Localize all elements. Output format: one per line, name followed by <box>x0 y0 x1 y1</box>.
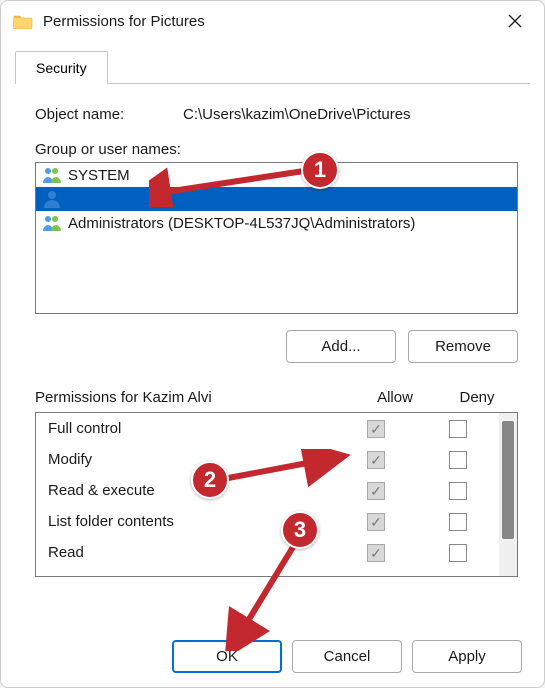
close-button[interactable] <box>496 6 534 36</box>
annotation-2: 2 <box>191 461 229 499</box>
permissions-header: Permissions for Kazim Alvi Allow Deny <box>35 389 518 406</box>
cancel-button[interactable]: Cancel <box>292 640 402 673</box>
remove-button[interactable]: Remove <box>408 330 518 363</box>
list-item-label: Administrators (DESKTOP-4L537JQ\Administ… <box>68 215 415 232</box>
user-listbox[interactable]: SYSTEM Administrators (DESKTOP-4L537JQ\Ad… <box>35 162 518 314</box>
add-button[interactable]: Add... <box>286 330 396 363</box>
user-icon <box>42 190 62 208</box>
group-label: Group or user names: <box>35 141 518 158</box>
list-item-label <box>68 190 358 208</box>
tab-security-label: Security <box>36 60 87 76</box>
permission-row: Read & execute✓ <box>36 475 499 506</box>
deny-header: Deny <box>436 389 518 406</box>
permissions-box: Full control✓Modify✓Read & execute✓List … <box>35 412 518 577</box>
list-item[interactable]: Administrators (DESKTOP-4L537JQ\Administ… <box>36 211 517 235</box>
tab-content: Object name: C:\Users\kazim\OneDrive\Pic… <box>1 84 544 587</box>
object-name-label: Object name: <box>35 106 183 123</box>
group-icon <box>42 214 62 232</box>
action-buttons: OK Cancel Apply <box>1 640 544 673</box>
permission-label: Full control <box>48 420 335 437</box>
allow-checkbox[interactable]: ✓ <box>367 451 385 469</box>
tab-security[interactable]: Security <box>15 51 108 84</box>
annotation-1: 1 <box>301 151 339 189</box>
allow-checkbox[interactable]: ✓ <box>367 513 385 531</box>
permissions-dialog: Permissions for Pictures Security Object… <box>0 0 545 688</box>
allow-checkbox[interactable]: ✓ <box>367 544 385 562</box>
group-icon <box>42 166 62 184</box>
permission-row: Modify ✓ <box>36 444 499 475</box>
permissions-list: Full control✓Modify✓Read & execute✓List … <box>36 413 499 576</box>
deny-checkbox[interactable] <box>449 513 467 531</box>
list-item[interactable] <box>36 187 517 211</box>
allow-checkbox[interactable]: ✓ <box>367 482 385 500</box>
permission-row: Full control ✓ <box>36 413 499 444</box>
folder-icon <box>13 13 33 29</box>
annotation-3: 3 <box>281 511 319 549</box>
titlebar: Permissions for Pictures <box>1 1 544 41</box>
list-item[interactable]: SYSTEM <box>36 163 517 187</box>
permission-row: List folder contents✓ <box>36 506 499 537</box>
apply-button[interactable]: Apply <box>412 640 522 673</box>
ok-button[interactable]: OK <box>172 640 282 673</box>
allow-header: Allow <box>354 389 436 406</box>
permission-label: Modify <box>48 451 335 468</box>
permissions-for-label: Permissions for Kazim Alvi <box>35 389 354 406</box>
allow-checkbox[interactable]: ✓ <box>367 420 385 438</box>
deny-checkbox[interactable] <box>449 544 467 562</box>
deny-checkbox[interactable] <box>449 451 467 469</box>
tabstrip: Security <box>1 41 544 84</box>
permission-row: Read✓ <box>36 537 499 568</box>
deny-checkbox[interactable] <box>449 420 467 438</box>
object-name-value: C:\Users\kazim\OneDrive\Pictures <box>183 106 411 123</box>
scrollbar-thumb[interactable] <box>502 421 514 539</box>
list-item-label: SYSTEM <box>68 167 130 184</box>
deny-checkbox[interactable] <box>449 482 467 500</box>
window-title: Permissions for Pictures <box>43 13 496 30</box>
add-remove-row: Add... Remove <box>35 330 518 363</box>
object-name-row: Object name: C:\Users\kazim\OneDrive\Pic… <box>35 106 518 123</box>
scrollbar[interactable] <box>499 413 517 576</box>
